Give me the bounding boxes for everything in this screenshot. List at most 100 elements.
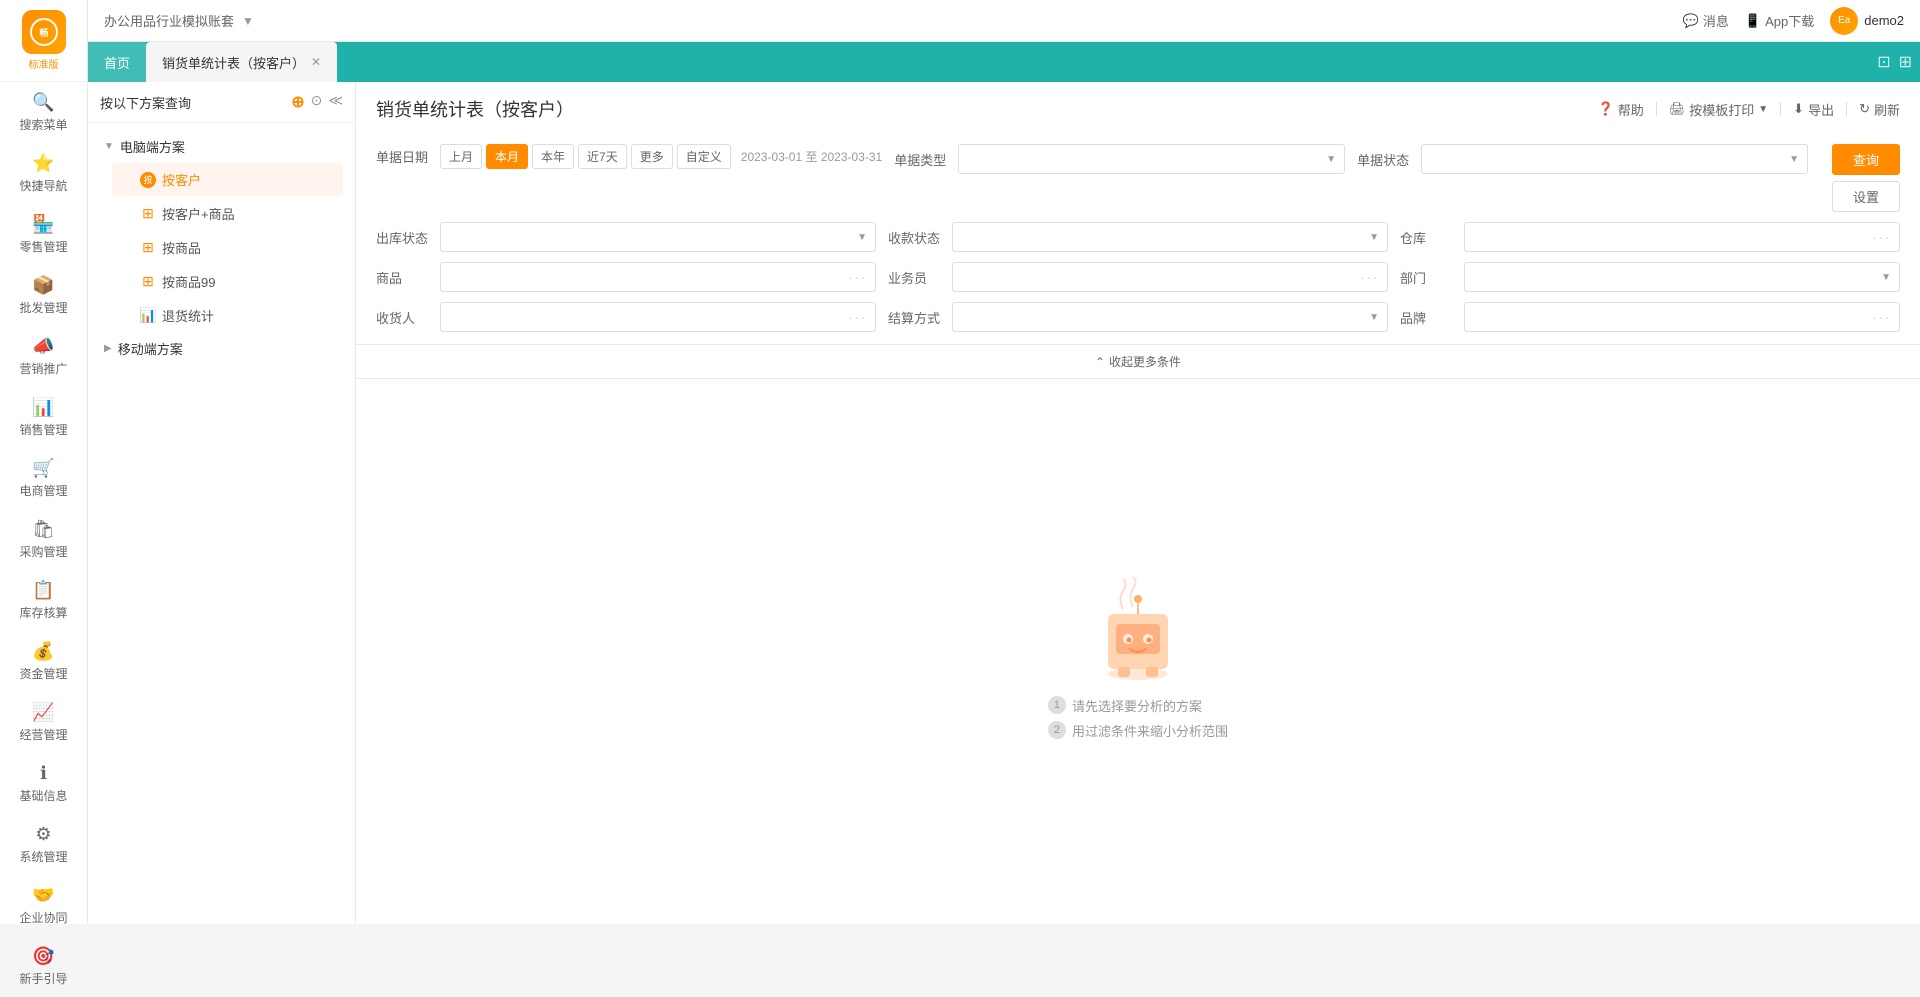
dept-select[interactable]: ▼: [1464, 262, 1900, 292]
doc-type-select[interactable]: ▼: [958, 144, 1345, 174]
date-label: 单据日期: [376, 147, 432, 166]
operations-icon: 📈: [32, 702, 54, 723]
sidebar-item-purchase[interactable]: 🛍 采购管理: [0, 509, 87, 570]
chart-icon-4: 📊: [140, 308, 156, 324]
date-range-display: 2023-03-01 至 2023-03-31: [741, 148, 882, 165]
sidebar-logo: 畅 标准版: [0, 0, 87, 82]
logo-icon: 畅: [22, 10, 66, 54]
out-status-select[interactable]: ▼: [440, 222, 876, 252]
brand-select[interactable]: ···: [1464, 302, 1900, 332]
tab-maximize-icon[interactable]: ⊞: [1899, 52, 1912, 72]
customer-icon: 按: [140, 172, 156, 188]
tree-item-by-goods-99[interactable]: ⊞ 按商品99: [112, 265, 343, 298]
sidebar-label-finance: 资金管理: [19, 665, 67, 682]
tab-home[interactable]: 首页: [88, 42, 146, 82]
tab-sales-stat-label: 销货单统计表（按客户）: [162, 53, 305, 72]
staff-select[interactable]: ···: [952, 262, 1388, 292]
sidebar-item-search[interactable]: 🔍 搜索菜单: [0, 82, 87, 143]
settings-button[interactable]: 设置: [1832, 181, 1900, 212]
tree-group-mobile-header[interactable]: ▶ 移动端方案: [96, 333, 347, 364]
tree-item-return-stat[interactable]: 📊 退货统计: [112, 299, 343, 332]
sidebar-item-operations[interactable]: 📈 经营管理: [0, 692, 87, 753]
tree-item-by-customer-goods[interactable]: ⊞ 按客户+商品: [112, 197, 343, 230]
divider-1: [1656, 102, 1657, 116]
help-label: 帮助: [1618, 100, 1644, 119]
sidebar-item-retail[interactable]: 🏪 零售管理: [0, 204, 87, 265]
sidebar-item-finance[interactable]: 💰 资金管理: [0, 631, 87, 692]
tab-close-icon[interactable]: ✕: [311, 55, 321, 69]
sidebar-item-quicknav[interactable]: ⭐ 快捷导航: [0, 143, 87, 204]
tab-sales-stat[interactable]: 销货单统计表（按客户） ✕: [146, 42, 337, 82]
sidebar-item-inventory[interactable]: 📋 库存核算: [0, 570, 87, 631]
tree-item-by-goods[interactable]: ⊞ 按商品: [112, 231, 343, 264]
tree-group-desktop-header[interactable]: ▼ 电脑端方案: [96, 131, 347, 162]
dropdown-arrow-icon[interactable]: ▼: [242, 14, 254, 28]
refresh-label: 刷新: [1874, 100, 1900, 119]
tree-items-desktop: 按 按客户 ⊞ 按客户+商品 ⊞ 按商品 ⊞ 按: [96, 163, 347, 332]
date-btn-more[interactable]: 更多: [631, 144, 673, 169]
add-scheme-button[interactable]: ⊕: [291, 92, 304, 112]
sidebar-label-retail: 零售管理: [19, 238, 67, 255]
sidebar-item-sales[interactable]: 📊 销售管理: [0, 387, 87, 448]
recv-status-select[interactable]: ▼: [952, 222, 1388, 252]
ecommerce-icon: 🛒: [32, 458, 54, 479]
payment-label: 结算方式: [888, 308, 944, 327]
print-label: 按模板打印: [1689, 100, 1754, 119]
goods-dots-icon: ···: [848, 270, 867, 285]
hint-num-1: 1: [1048, 696, 1066, 714]
star-icon: ⭐: [32, 153, 54, 174]
help-button[interactable]: ❓ 帮助: [1598, 100, 1644, 119]
payment-select[interactable]: ▼: [952, 302, 1388, 332]
recv-status-arrow-icon: ▼: [1369, 232, 1379, 243]
doc-status-select[interactable]: ▼: [1421, 144, 1808, 174]
empty-hints: 1 请先选择要分析的方案 2 用过滤条件来缩小分析范围: [1048, 696, 1228, 740]
refresh-button[interactable]: ↻ 刷新: [1859, 100, 1900, 119]
sidebar-item-system[interactable]: ⚙ 系统管理: [0, 814, 87, 875]
print-icon: 🖨: [1669, 101, 1686, 117]
topbar-title: 办公用品行业模拟账套: [104, 11, 234, 30]
app-label: App下载: [1765, 11, 1814, 30]
consignee-select[interactable]: ···: [440, 302, 876, 332]
date-btn-thismonth[interactable]: 本月: [486, 144, 528, 169]
sidebar-label-ecommerce: 电商管理: [19, 482, 67, 499]
date-btn-thisyear[interactable]: 本年: [532, 144, 574, 169]
tree-group-mobile-label: 移动端方案: [118, 339, 183, 358]
collapse-bar[interactable]: ⌃ 收起更多条件: [356, 345, 1920, 379]
date-button-group: 上月 本月 本年 近7天 更多 自定义 2023-03-01 至 2023-03…: [440, 144, 882, 169]
content-area: 按以下方案查询 ⊕ ⊙ ≪ ▼ 电脑端方案 按 按客户: [88, 82, 1920, 924]
date-btn-lastmonth[interactable]: 上月: [440, 144, 482, 169]
settings-scheme-button[interactable]: ⊙: [311, 92, 323, 112]
collapse-panel-button[interactable]: ≪: [328, 92, 343, 112]
query-button[interactable]: 查询: [1832, 144, 1900, 175]
topbar-app-download[interactable]: 📱 App下载: [1745, 11, 1814, 30]
export-button[interactable]: ⬇ 导出: [1793, 100, 1834, 119]
empty-illustration: [1078, 564, 1198, 684]
tree-group-desktop-label: 电脑端方案: [120, 137, 185, 156]
empty-state: 1 请先选择要分析的方案 2 用过滤条件来缩小分析范围: [356, 379, 1920, 924]
consignee-dots-icon: ···: [848, 310, 867, 325]
topbar-message[interactable]: 💬 消息: [1683, 11, 1729, 30]
tree-item-by-customer[interactable]: 按 按客户: [112, 163, 343, 196]
sidebar-item-ecommerce[interactable]: 🛒 电商管理: [0, 448, 87, 509]
sidebar-item-collab[interactable]: 🤝 企业协同: [0, 875, 87, 936]
sidebar-item-newuser[interactable]: 🎯 新手引导: [0, 936, 87, 997]
filter-area: 单据日期 上月 本月 本年 近7天 更多 自定义 2023-03-01 至 20…: [356, 132, 1920, 345]
sidebar-item-marketing[interactable]: 📣 营销推广: [0, 326, 87, 387]
sidebar-label-inventory: 库存核算: [19, 604, 67, 621]
warehouse-select[interactable]: ···: [1464, 222, 1900, 252]
tabbar-actions: ⊡ ⊞: [1877, 52, 1920, 72]
finance-icon: 💰: [32, 641, 54, 662]
print-button[interactable]: 🖨 按模板打印 ▼: [1669, 100, 1768, 119]
hint-text-1: 请先选择要分析的方案: [1072, 696, 1202, 715]
date-btn-custom[interactable]: 自定义: [677, 144, 731, 169]
goods-select[interactable]: ···: [440, 262, 876, 292]
topbar-user[interactable]: Ea demo2: [1830, 7, 1904, 35]
sidebar-item-wholesale[interactable]: 📦 批发管理: [0, 265, 87, 326]
tab-minimize-icon[interactable]: ⊡: [1877, 52, 1890, 72]
search-icon: 🔍: [32, 92, 54, 113]
sidebar-item-basicinfo[interactable]: ℹ 基础信息: [0, 753, 87, 814]
print-arrow-icon: ▼: [1758, 104, 1768, 115]
date-btn-last7days[interactable]: 近7天: [578, 144, 627, 169]
out-status-arrow-icon: ▼: [857, 232, 867, 243]
retail-icon: 🏪: [32, 214, 54, 235]
